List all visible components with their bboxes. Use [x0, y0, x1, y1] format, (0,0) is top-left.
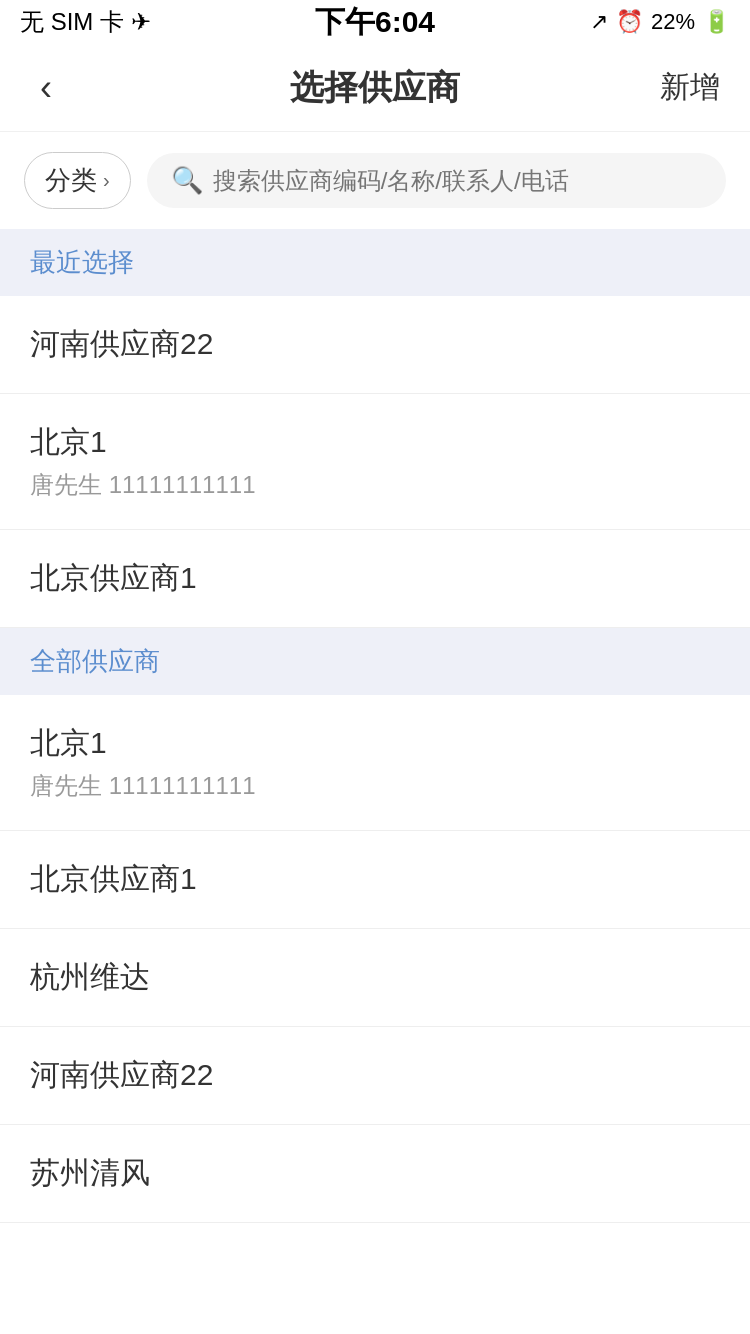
all-section-header: 全部供应商	[0, 628, 750, 695]
list-item[interactable]: 杭州维达	[0, 929, 750, 1027]
search-icon: 🔍	[171, 165, 203, 196]
item-sub: 唐先生 11111111111	[30, 469, 720, 501]
list-item[interactable]: 北京供应商1	[0, 530, 750, 628]
list-item[interactable]: 北京1 唐先生 11111111111	[0, 695, 750, 831]
search-box[interactable]: 🔍	[147, 153, 726, 208]
item-name: 苏州清风	[30, 1153, 720, 1194]
list-item[interactable]: 河南供应商22	[0, 296, 750, 394]
battery-text: 22%	[651, 9, 695, 35]
all-section-label: 全部供应商	[30, 646, 160, 676]
item-name: 北京供应商1	[30, 558, 720, 599]
status-bar: 无 SIM 卡 ✈ 下午6:04 ↗ ⏰ 22% 🔋	[0, 0, 750, 44]
battery-icon: 🔋	[703, 9, 730, 35]
no-sim-text: 无 SIM 卡 ✈	[20, 6, 151, 38]
location-icon: ↗	[590, 9, 608, 35]
search-input[interactable]	[213, 167, 702, 195]
nav-bar: ‹ 选择供应商 新增	[0, 44, 750, 132]
item-name: 河南供应商22	[30, 1055, 720, 1096]
item-name: 杭州维达	[30, 957, 720, 998]
category-label: 分类	[45, 163, 97, 198]
filter-row: 分类 › 🔍	[0, 132, 750, 229]
recent-section-header: 最近选择	[0, 229, 750, 296]
item-name: 北京1	[30, 422, 720, 463]
list-item[interactable]: 河南供应商22	[0, 1027, 750, 1125]
alarm-icon: ⏰	[616, 9, 643, 35]
all-items-list: 北京1 唐先生 11111111111 北京供应商1 杭州维达河南供应商22 苏州清风	[0, 695, 750, 1223]
item-name: 河南供应商22	[30, 324, 720, 365]
recent-items-list: 河南供应商22 北京1 唐先生 11111111111 北京供应商1	[0, 296, 750, 628]
status-left: 无 SIM 卡 ✈	[20, 6, 151, 38]
item-name: 北京供应商1	[30, 859, 720, 900]
item-name: 北京1	[30, 723, 720, 764]
item-sub: 唐先生 11111111111	[30, 770, 720, 802]
list-item[interactable]: 北京供应商1	[0, 831, 750, 929]
status-time: 下午6:04	[315, 2, 435, 43]
chevron-right-icon: ›	[103, 169, 110, 192]
recent-section-label: 最近选择	[30, 247, 134, 277]
page-title: 选择供应商	[290, 65, 460, 111]
status-right: ↗ ⏰ 22% 🔋	[590, 9, 730, 35]
list-item[interactable]: 北京1 唐先生 11111111111	[0, 394, 750, 530]
category-filter-button[interactable]: 分类 ›	[24, 152, 131, 209]
add-button[interactable]: 新增	[660, 67, 720, 108]
back-button[interactable]: ‹	[30, 57, 62, 119]
list-item[interactable]: 苏州清风	[0, 1125, 750, 1223]
